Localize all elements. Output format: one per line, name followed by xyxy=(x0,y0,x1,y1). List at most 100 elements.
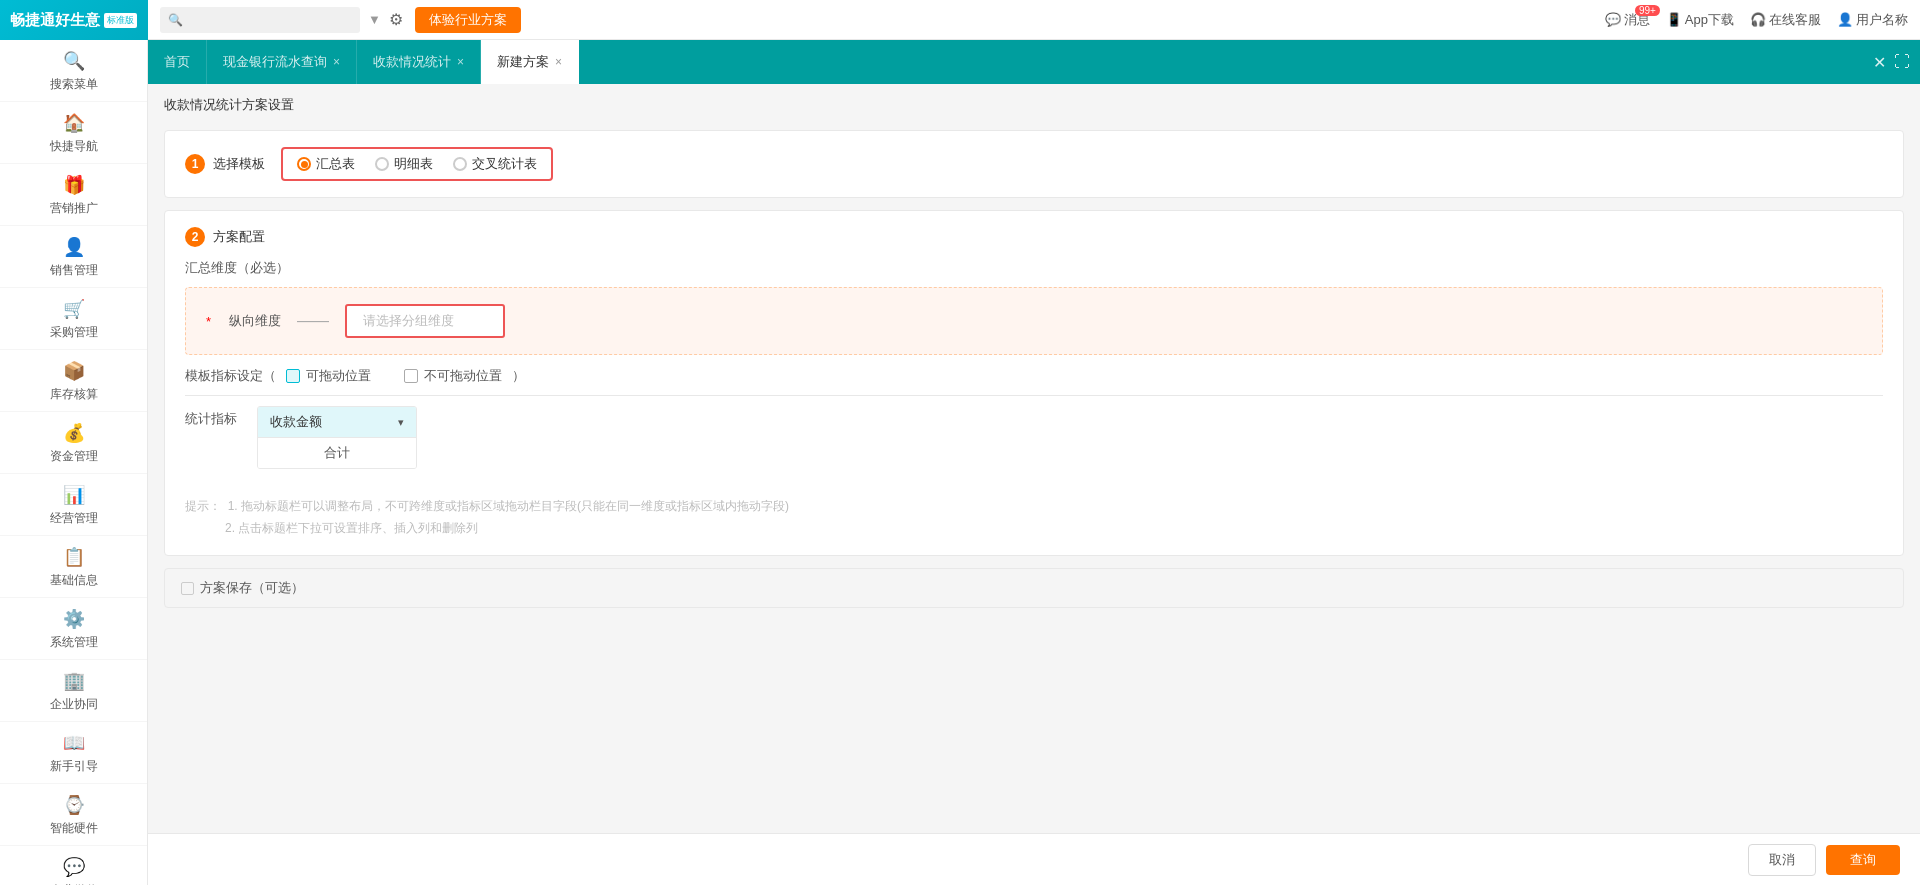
sidebar-item-operation[interactable]: 📊 经营管理 xyxy=(0,474,147,536)
stats-table-header[interactable]: 收款金额 ▾ xyxy=(258,407,416,437)
hint-area: 提示： 1. 拖动标题栏可以调整布局，不可跨维度或指标区域拖动栏目字段(只能在同… xyxy=(185,496,1883,539)
radio-summary-circle xyxy=(297,157,311,171)
dimension-section-title: 汇总维度（必选） xyxy=(185,259,1883,277)
sidebar-item-sales[interactable]: 👤 销售管理 xyxy=(0,226,147,288)
radio-cross-circle xyxy=(453,157,467,171)
template-options-group: 汇总表 明细表 交叉统计表 xyxy=(281,147,553,181)
hint-line-2: 2. 点击标题栏下拉可设置排序、插入列和删除列 xyxy=(185,518,1883,540)
headset-icon: 🎧 xyxy=(1750,12,1766,27)
sidebar-item-inventory[interactable]: 📦 库存核算 xyxy=(0,350,147,412)
hint-line-1: 提示： 1. 拖动标题栏可以调整布局，不可跨维度或指标区域拖动栏目字段(只能在同… xyxy=(185,496,1883,518)
sidebar-item-enterprise[interactable]: 🏢 企业协同 xyxy=(0,660,147,722)
top-search-box[interactable]: 🔍 xyxy=(160,7,360,33)
chart-icon: 📊 xyxy=(63,484,85,506)
indicator-setting: 模板指标设定（ 可拖动位置 不可拖动位置 ） xyxy=(185,367,1883,472)
sidebar: 🔍 搜索菜单 🏠 快捷导航 🎁 营销推广 👤 销售管理 🛒 采购管理 📦 库存核… xyxy=(0,40,148,885)
dimension-area: * 纵向维度 —— 请选择分组维度 xyxy=(185,287,1883,355)
query-button[interactable]: 查询 xyxy=(1826,845,1900,875)
search-icon: 🔍 xyxy=(168,13,183,27)
watch-icon: ⌚ xyxy=(63,794,85,816)
messages-button[interactable]: 💬 消息 99+ xyxy=(1605,11,1650,29)
draggable-box-icon xyxy=(286,369,300,383)
tab-cashflow-close-icon[interactable]: × xyxy=(333,55,340,69)
chevron-down-icon[interactable]: ▾ xyxy=(398,416,404,429)
indicator-sep xyxy=(381,367,394,385)
user-icon: 👤 xyxy=(1837,12,1853,27)
footer-bar: 取消 查询 xyxy=(148,833,1920,885)
sidebar-item-marketing[interactable]: 🎁 营销推广 xyxy=(0,164,147,226)
money-icon: 💰 xyxy=(63,422,85,444)
online-service-button[interactable]: 🎧 在线客服 xyxy=(1750,11,1821,29)
app-download-button[interactable]: 📱 App下载 xyxy=(1666,11,1734,29)
gift-icon: 🎁 xyxy=(63,174,85,196)
step1-label: 选择模板 xyxy=(213,155,265,173)
vertical-dimension-label: 纵向维度 xyxy=(229,312,281,330)
app-download-icon: 📱 xyxy=(1666,12,1682,27)
divider xyxy=(185,395,1883,396)
indicator-close: ） xyxy=(512,367,525,385)
book-icon: 📖 xyxy=(63,732,85,754)
cancel-button[interactable]: 取消 xyxy=(1748,844,1816,876)
cart-icon: 🛒 xyxy=(63,298,85,320)
tab-expand-icon[interactable]: ⛶ xyxy=(1894,53,1910,71)
indicator-title-text: 模板指标设定（ xyxy=(185,367,276,385)
brand-name: 畅捷通好生意 xyxy=(10,11,100,30)
dimension-select-box[interactable]: 请选择分组维度 xyxy=(345,304,505,338)
stats-indicator-label: 统计指标 xyxy=(185,410,237,428)
non-draggable-box-icon xyxy=(404,369,418,383)
search-menu-icon: 🔍 xyxy=(63,50,85,72)
sidebar-item-finance[interactable]: 💰 资金管理 xyxy=(0,412,147,474)
tab-new-plan-close-icon[interactable]: × xyxy=(555,55,562,69)
tab-cashflow[interactable]: 现金银行流水查询 × xyxy=(207,40,357,84)
message-icon: 💬 xyxy=(1605,12,1621,27)
step1-card: 1 选择模板 汇总表 明细表 xyxy=(164,130,1904,198)
sidebar-item-purchase[interactable]: 🛒 采购管理 xyxy=(0,288,147,350)
page-title: 收款情况统计方案设置 xyxy=(164,96,1904,114)
tab-bar: 首页 现金银行流水查询 × 收款情况统计 × 新建方案 × ✕ ⛶ xyxy=(148,40,1920,84)
stats-table: 收款金额 ▾ 合计 xyxy=(257,406,417,469)
save-option-checkbox[interactable] xyxy=(181,582,194,595)
page-content: 收款情况统计方案设置 1 选择模板 汇总表 xyxy=(148,84,1920,833)
person-icon: 👤 xyxy=(63,236,85,258)
step2-badge: 2 xyxy=(185,227,205,247)
stats-table-total-cell: 合计 xyxy=(258,437,416,468)
arrow-icon: —— xyxy=(297,312,329,330)
sidebar-item-system[interactable]: ⚙️ 系统管理 xyxy=(0,598,147,660)
radio-detail-circle xyxy=(375,157,389,171)
user-avatar[interactable]: 👤 用户名称 xyxy=(1837,11,1908,29)
tab-collect-stats[interactable]: 收款情况统计 × xyxy=(357,40,481,84)
save-option-label: 方案保存（可选） xyxy=(200,579,304,597)
home-icon: 🏠 xyxy=(63,112,85,134)
step2-label: 方案配置 xyxy=(213,228,265,246)
sidebar-item-search-menu[interactable]: 🔍 搜索菜单 xyxy=(0,40,147,102)
main-panel: 首页 现金银行流水查询 × 收款情况统计 × 新建方案 × ✕ ⛶ 收款情况统计… xyxy=(148,40,1920,885)
sidebar-item-hardware[interactable]: ⌚ 智能硬件 xyxy=(0,784,147,846)
save-option-row: 方案保存（可选） xyxy=(164,568,1904,608)
dropdown-arrow-icon[interactable]: ▼ xyxy=(368,12,381,27)
gear-icon: ⚙️ xyxy=(63,608,85,630)
radio-detail[interactable]: 明细表 xyxy=(375,155,433,173)
chat-icon: 💬 xyxy=(63,856,85,878)
required-star: * xyxy=(206,314,211,329)
tab-home[interactable]: 首页 xyxy=(148,40,207,84)
non-draggable-legend: 不可拖动位置 xyxy=(404,367,502,385)
draggable-legend: 可拖动位置 xyxy=(286,367,371,385)
tab-close-all-icon[interactable]: ✕ xyxy=(1873,53,1886,72)
tab-new-plan[interactable]: 新建方案 × xyxy=(481,40,579,84)
radio-cross[interactable]: 交叉统计表 xyxy=(453,155,537,173)
brand-tag: 标准版 xyxy=(104,13,137,28)
sidebar-item-basic-info[interactable]: 📋 基础信息 xyxy=(0,536,147,598)
step2-card: 2 方案配置 汇总维度（必选） * 纵向维度 —— 请选择分组维度 xyxy=(164,210,1904,556)
step1-badge: 1 xyxy=(185,154,205,174)
clipboard-icon: 📋 xyxy=(63,546,85,568)
message-badge: 99+ xyxy=(1635,5,1660,16)
settings-gear-icon[interactable]: ⚙ xyxy=(389,10,403,29)
brand-logo-area: 畅捷通好生意 标准版 xyxy=(0,0,148,40)
tab-collect-stats-close-icon[interactable]: × xyxy=(457,55,464,69)
box-icon: 📦 xyxy=(63,360,85,382)
radio-summary[interactable]: 汇总表 xyxy=(297,155,355,173)
sidebar-item-guide[interactable]: 📖 新手引导 xyxy=(0,722,147,784)
industry-solution-button[interactable]: 体验行业方案 xyxy=(415,7,521,33)
sidebar-item-weixin[interactable]: 💬 企业微信 xyxy=(0,846,147,885)
sidebar-item-quick-nav[interactable]: 🏠 快捷导航 xyxy=(0,102,147,164)
